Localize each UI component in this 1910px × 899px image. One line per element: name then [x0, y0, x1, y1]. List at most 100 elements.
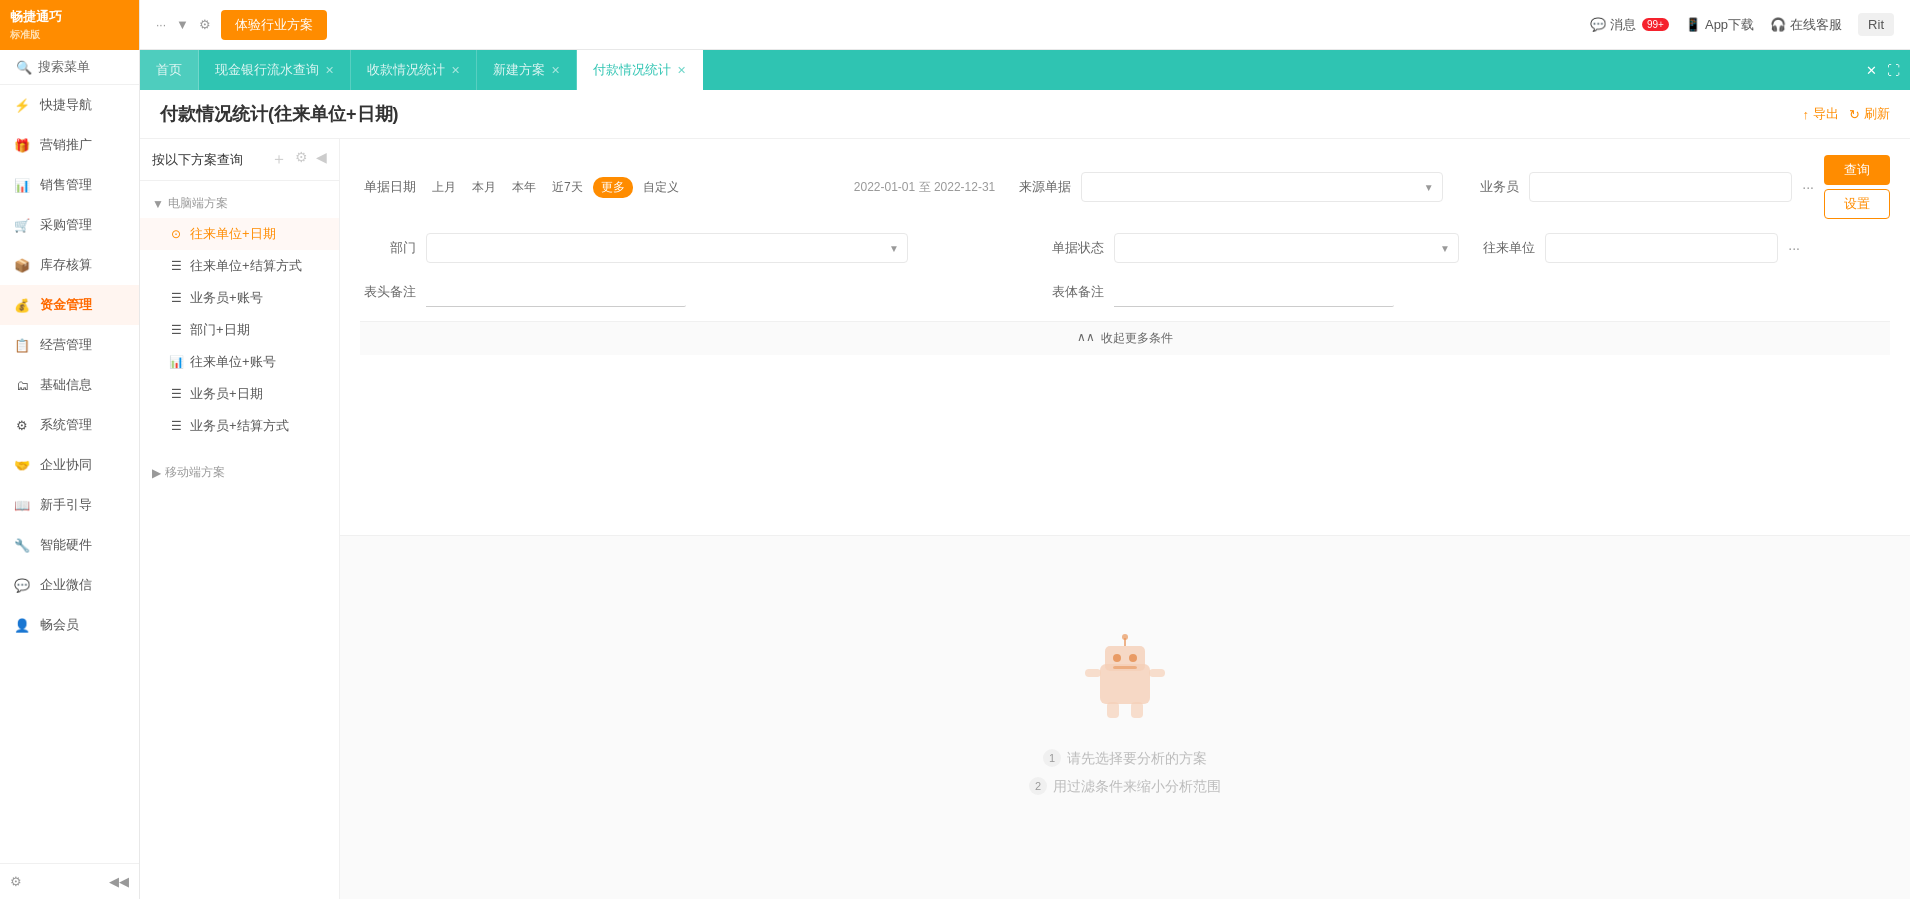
quick-nav-icon: ⚡	[12, 95, 32, 115]
gear-icon[interactable]: ⚙	[199, 17, 211, 32]
scheme-staff-account[interactable]: ☰ 业务员+账号	[140, 282, 339, 314]
close-bank-flow-icon[interactable]: ✕	[325, 64, 334, 77]
scheme-staff-date[interactable]: ☰ 业务员+日期	[140, 378, 339, 410]
date-tab-this-month[interactable]: 本月	[466, 177, 502, 198]
maximize-icon[interactable]: ⛶	[1887, 63, 1900, 78]
dropdown-arrow-icon[interactable]: ▼	[176, 17, 189, 32]
docstatus-filter-group: 单据状态 ▼	[1048, 233, 1459, 263]
query-button[interactable]: 查询	[1824, 155, 1890, 185]
sidebar-item-system[interactable]: ⚙ 系统管理	[0, 405, 139, 445]
scheme-icon: ☰	[168, 258, 184, 274]
partner-label: 往来单位	[1479, 239, 1535, 257]
partner-more-icon[interactable]: ···	[1788, 240, 1800, 256]
sidebar-item-hardware[interactable]: 🔧 智能硬件	[0, 525, 139, 565]
date-tab-more[interactable]: 更多	[593, 177, 633, 198]
scheme-icon: ☰	[168, 322, 184, 338]
date-tab-7days[interactable]: 近7天	[546, 177, 589, 198]
docstatus-select[interactable]: ▼	[1114, 233, 1459, 263]
scheme-icon: ☰	[168, 290, 184, 306]
sidebar: 畅捷通巧 标准版 🔍 搜索菜单 ⚡ 快捷导航 🎁 营销推广 📊 销售管理 🛒 采…	[0, 0, 140, 899]
dept-filter-group: 部门 ▼	[360, 233, 908, 263]
svg-rect-7	[1107, 702, 1119, 718]
close-receipt-stats-icon[interactable]: ✕	[451, 64, 460, 77]
add-scheme-icon[interactable]: ＋	[271, 149, 287, 170]
scheme-dept-date[interactable]: ☰ 部门+日期	[140, 314, 339, 346]
docstatus-chevron-icon: ▼	[1440, 243, 1450, 254]
mobile-section-title[interactable]: ▶ 移动端方案	[140, 458, 339, 487]
sidebar-item-member[interactable]: 👤 畅会员	[0, 605, 139, 645]
sidebar-item-enterprise[interactable]: 🤝 企业协同	[0, 445, 139, 485]
date-tabs: 上月 本月 本年 近7天 更多 自定义	[426, 177, 685, 198]
marketing-icon: 🎁	[12, 135, 32, 155]
scheme-icon: ☰	[168, 418, 184, 434]
export-btn[interactable]: ↑ 导出	[1803, 105, 1840, 123]
sidebar-item-basic[interactable]: 🗂 基础信息	[0, 365, 139, 405]
expand-desktop-icon: ▼	[152, 197, 164, 211]
source-select[interactable]: ▼	[1081, 172, 1442, 202]
staff-select[interactable]	[1529, 172, 1793, 202]
settings-scheme-icon[interactable]: ⚙	[295, 149, 308, 170]
scheme-partner-account[interactable]: 📊 往来单位+账号	[140, 346, 339, 378]
sidebar-item-marketing[interactable]: 🎁 营销推广	[0, 125, 139, 165]
avatar-text: Rit	[1868, 17, 1884, 32]
scheme-partner-settle[interactable]: ☰ 往来单位+结算方式	[140, 250, 339, 282]
dept-select[interactable]: ▼	[426, 233, 908, 263]
body-note-group: 表体备注	[1048, 277, 1459, 307]
messages-btn[interactable]: 💬 消息 99+	[1590, 16, 1669, 34]
date-range-display: 2022-01-01 至 2022-12-31	[850, 179, 995, 196]
tab-bank-flow[interactable]: 现金银行流水查询 ✕	[199, 50, 351, 90]
svg-point-2	[1113, 654, 1121, 662]
tab-home[interactable]: 首页	[140, 50, 199, 90]
dept-chevron-icon: ▼	[889, 243, 899, 254]
sidebar-item-purchase[interactable]: 🛒 采购管理	[0, 205, 139, 245]
scheme-partner-date[interactable]: ⊙ 往来单位+日期	[140, 218, 339, 250]
user-avatar[interactable]: Rit	[1858, 13, 1894, 36]
sidebar-item-quick-nav[interactable]: ⚡ 快捷导航	[0, 85, 139, 125]
partner-select[interactable]	[1545, 233, 1778, 263]
hardware-icon: 🔧	[12, 535, 32, 555]
collapse-filter-icon[interactable]: ◀	[316, 149, 327, 170]
sidebar-item-operations[interactable]: 📋 经营管理	[0, 325, 139, 365]
settings-button[interactable]: 设置	[1824, 189, 1890, 219]
staff-filter-group: 业务员 ··· 查询 设置	[1463, 155, 1890, 219]
sidebar-item-label: 基础信息	[40, 376, 92, 394]
header-note-input[interactable]	[426, 277, 686, 307]
collapse-icon: ∧∧	[1077, 330, 1095, 347]
close-all-icon[interactable]: ✕	[1866, 63, 1877, 78]
date-tab-last-month[interactable]: 上月	[426, 177, 462, 198]
sidebar-item-sales[interactable]: 📊 销售管理	[0, 165, 139, 205]
date-tab-this-year[interactable]: 本年	[506, 177, 542, 198]
empty-icon	[1075, 634, 1175, 724]
filter-sidebar-title: 按以下方案查询	[152, 151, 243, 169]
scheme-staff-settle[interactable]: ☰ 业务员+结算方式	[140, 410, 339, 442]
tab-payment-stats[interactable]: 付款情况统计 ✕	[577, 50, 703, 90]
app-download-label: App下载	[1705, 16, 1754, 34]
try-industry-btn[interactable]: 体验行业方案	[221, 10, 327, 40]
header-note-group: 表头备注	[360, 277, 908, 307]
close-payment-stats-icon[interactable]: ✕	[677, 64, 686, 77]
payment-stats-label: 付款情况统计	[593, 61, 671, 79]
search-menu[interactable]: 🔍 搜索菜单	[0, 50, 139, 85]
collapse-sidebar-icon[interactable]: ◀◀	[109, 874, 129, 889]
close-new-scheme-icon[interactable]: ✕	[551, 64, 560, 77]
tab-receipt-stats[interactable]: 收款情况统计 ✕	[351, 50, 477, 90]
sidebar-item-guide[interactable]: 📖 新手引导	[0, 485, 139, 525]
collapse-conditions-btn[interactable]: ∧∧ 收起更多条件	[360, 321, 1890, 355]
operations-icon: 📋	[12, 335, 32, 355]
staff-more-icon[interactable]: ···	[1802, 179, 1814, 195]
online-service-btn[interactable]: 🎧 在线客服	[1770, 16, 1842, 34]
desktop-section-title[interactable]: ▼ 电脑端方案	[140, 189, 339, 218]
sidebar-item-funds[interactable]: 💰 资金管理	[0, 285, 139, 325]
app-download-btn[interactable]: 📱 App下载	[1685, 16, 1754, 34]
scheme-label: 业务员+结算方式	[190, 417, 289, 435]
refresh-btn[interactable]: ↻ 刷新	[1849, 105, 1890, 123]
sidebar-item-wechat[interactable]: 💬 企业微信	[0, 565, 139, 605]
sidebar-item-label: 营销推广	[40, 136, 92, 154]
tip-text-1: 请先选择要分析的方案	[1067, 744, 1207, 772]
tab-new-scheme[interactable]: 新建方案 ✕	[477, 50, 577, 90]
settings-gear-icon[interactable]: ⚙	[10, 874, 22, 889]
sidebar-item-inventory[interactable]: 📦 库存核算	[0, 245, 139, 285]
date-tab-custom[interactable]: 自定义	[637, 177, 685, 198]
svg-rect-6	[1149, 669, 1165, 677]
body-note-input[interactable]	[1114, 277, 1394, 307]
